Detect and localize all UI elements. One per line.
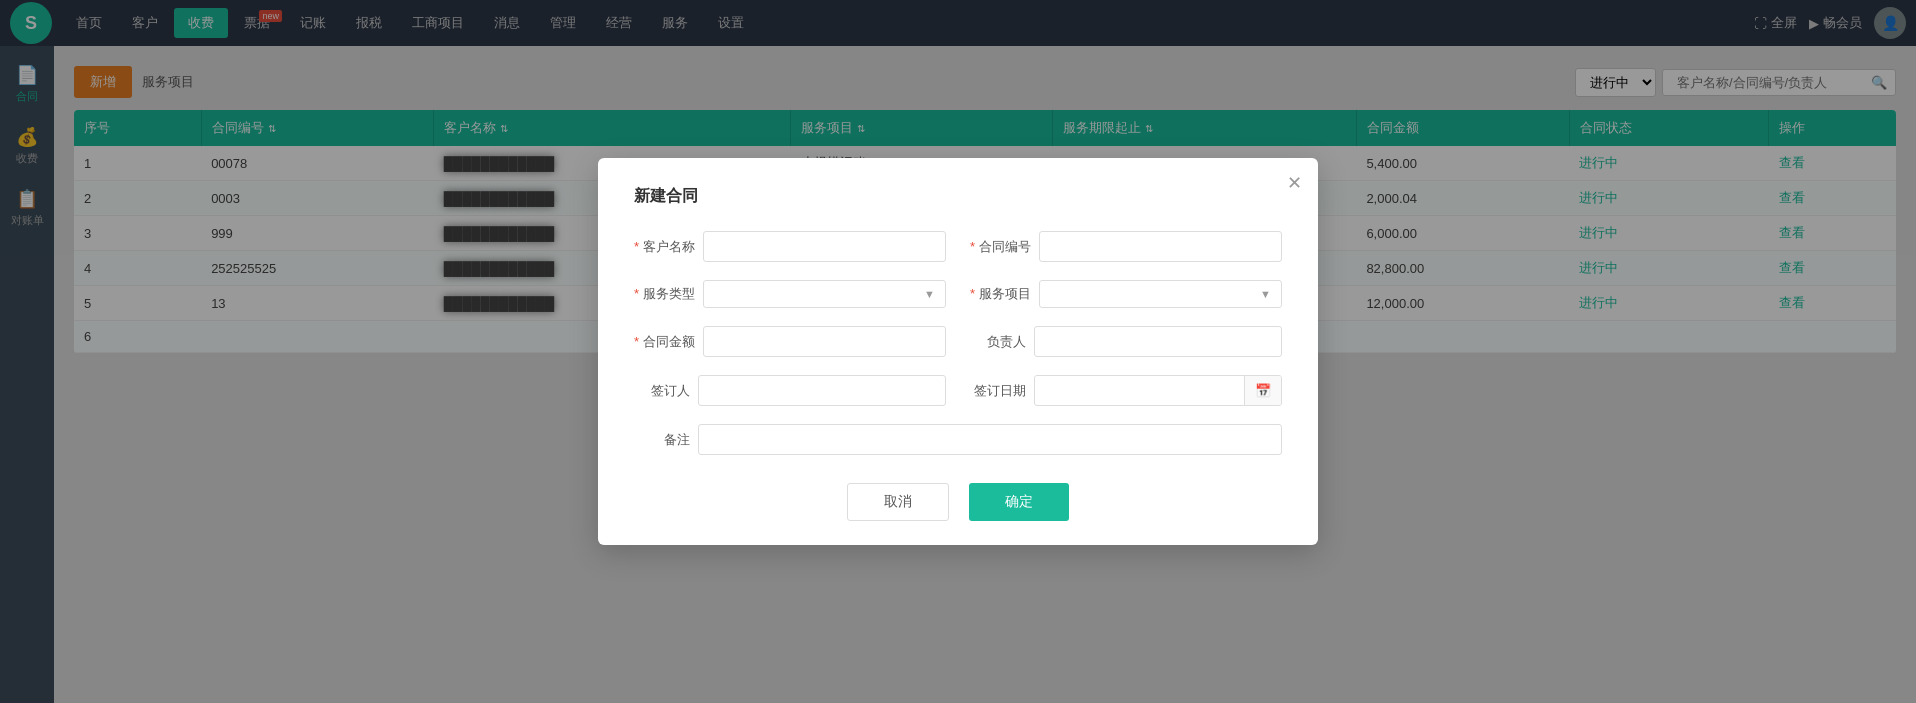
service-type-arrow: ▼ (924, 288, 935, 300)
field-amount: 合同金额 0.00 (634, 326, 946, 357)
form-row-4: 签订人 签订日期 2023-06-06 📅 (634, 375, 1282, 406)
field-notes: 备注 (634, 424, 1282, 455)
contract-no-input[interactable] (1039, 231, 1282, 262)
form-row-1: 客户名称 合同编号 (634, 231, 1282, 262)
signer-input[interactable] (698, 375, 946, 406)
modal-title: 新建合同 (634, 186, 1282, 207)
service-type-select[interactable]: ▼ (703, 280, 946, 308)
sign-date-input[interactable]: 2023-06-06 (1035, 376, 1244, 405)
field-responsible: 负责人 (970, 326, 1282, 357)
cancel-button[interactable]: 取消 (847, 483, 949, 521)
signer-label: 签订人 (634, 382, 690, 400)
confirm-button[interactable]: 确定 (969, 483, 1069, 521)
service-item-select[interactable]: ▼ (1039, 280, 1282, 308)
responsible-input[interactable] (1034, 326, 1282, 357)
field-service-type: 服务类型 ▼ (634, 280, 946, 308)
modal-overlay: ✕ 新建合同 客户名称 合同编号 服务类型 ▼ 服务项目 (0, 0, 1916, 703)
amount-label: 合同金额 (634, 333, 695, 351)
new-contract-modal: ✕ 新建合同 客户名称 合同编号 服务类型 ▼ 服务项目 (598, 158, 1318, 545)
field-sign-date: 签订日期 2023-06-06 📅 (970, 375, 1282, 406)
client-name-input[interactable] (703, 231, 946, 262)
calendar-icon[interactable]: 📅 (1244, 376, 1281, 405)
field-service-item: 服务项目 ▼ (970, 280, 1282, 308)
field-signer: 签订人 (634, 375, 946, 406)
service-item-arrow: ▼ (1260, 288, 1271, 300)
client-name-label: 客户名称 (634, 238, 695, 256)
form-row-3: 合同金额 0.00 负责人 (634, 326, 1282, 357)
notes-input[interactable] (698, 424, 1282, 455)
notes-label: 备注 (634, 431, 690, 449)
form-row-2: 服务类型 ▼ 服务项目 ▼ (634, 280, 1282, 308)
contract-no-label: 合同编号 (970, 238, 1031, 256)
field-client-name: 客户名称 (634, 231, 946, 262)
modal-footer: 取消 确定 (634, 483, 1282, 521)
responsible-label: 负责人 (970, 333, 1026, 351)
modal-close-button[interactable]: ✕ (1287, 172, 1302, 194)
sign-date-field: 2023-06-06 📅 (1034, 375, 1282, 406)
service-type-label: 服务类型 (634, 285, 695, 303)
form-row-5: 备注 (634, 424, 1282, 455)
sign-date-label: 签订日期 (970, 382, 1026, 400)
amount-input[interactable]: 0.00 (703, 326, 946, 357)
service-item-label: 服务项目 (970, 285, 1031, 303)
field-contract-no: 合同编号 (970, 231, 1282, 262)
